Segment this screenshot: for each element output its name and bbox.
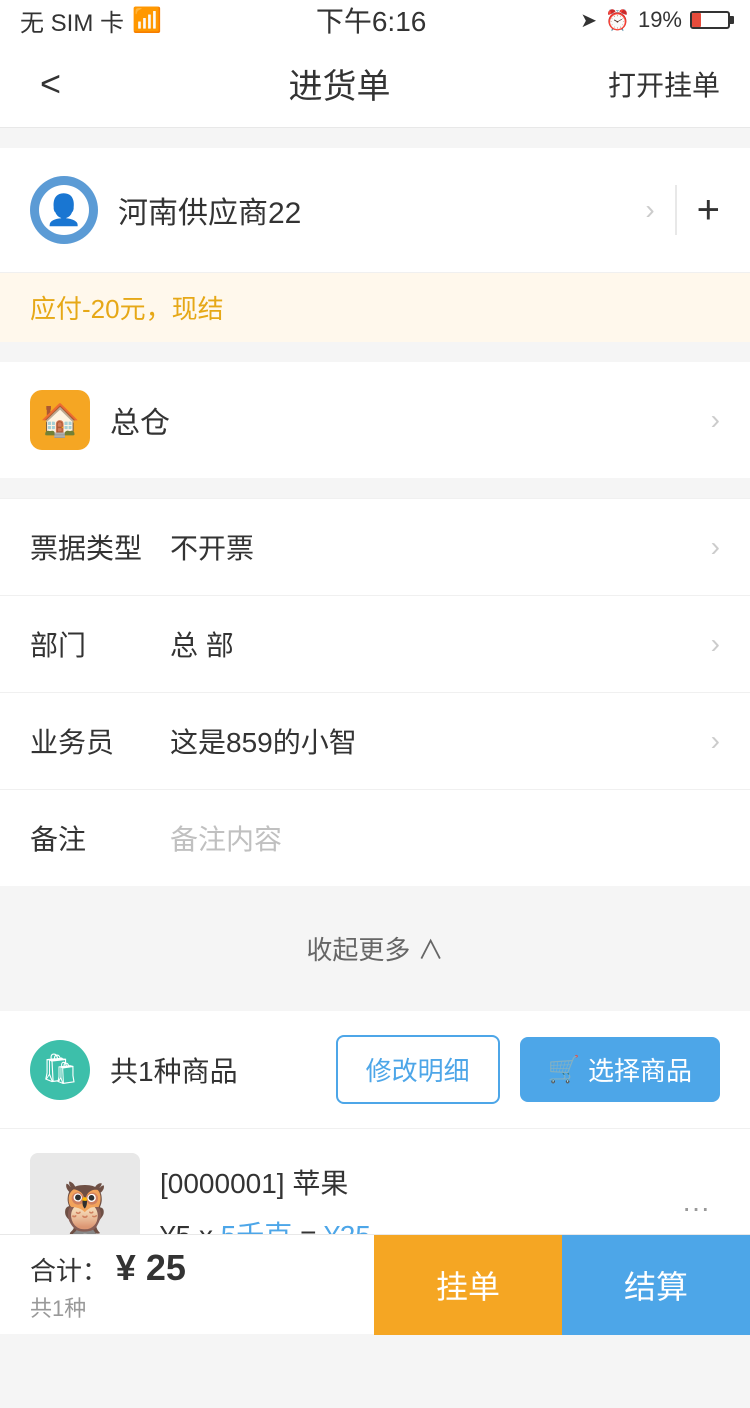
edit-detail-button[interactable]: 修改明细	[336, 1035, 500, 1104]
invoice-type-row[interactable]: 票据类型 不开票 ›	[0, 498, 750, 595]
notice-text: 应付-20元，现结	[30, 294, 224, 324]
total-label: 合计：	[30, 1256, 108, 1286]
department-value: 总 部	[170, 624, 711, 664]
chevron-right-icon: ›	[711, 628, 720, 660]
status-left: 无 SIM 卡 📶	[20, 3, 162, 38]
chevron-right-icon: ›	[711, 531, 720, 563]
battery-label: 19%	[638, 7, 682, 33]
home-icon: 🏠	[40, 401, 80, 439]
supplier-avatar: 👤	[30, 176, 98, 244]
invoice-label: 票据类型	[30, 527, 150, 567]
wifi-icon: 📶	[132, 6, 162, 35]
products-icon: 🛍	[30, 1040, 90, 1100]
salesperson-row[interactable]: 业务员 这是859的小智 ›	[0, 692, 750, 789]
department-row[interactable]: 部门 总 部 ›	[0, 595, 750, 692]
divider	[675, 185, 677, 235]
supplier-name: 河南供应商22	[118, 188, 645, 232]
add-supplier-icon[interactable]: +	[697, 188, 720, 233]
back-button[interactable]: <	[30, 53, 71, 115]
supplier-section: 👤 河南供应商22 › + 应付-20元，现结	[0, 148, 750, 342]
select-product-button[interactable]: 🛒 选择商品	[520, 1037, 720, 1102]
nav-bar: < 进货单 打开挂单	[0, 40, 750, 128]
bottom-bar: 合计： ¥ 25 共1种 挂单 结算	[0, 1234, 750, 1334]
add-product-icon: 🛒	[548, 1054, 580, 1085]
status-bar: 无 SIM 卡 📶 下午6:16 ➤ ⏰ 19%	[0, 0, 750, 40]
warehouse-section: 🏠 总仓 ›	[0, 362, 750, 478]
open-pending-button[interactable]: 打开挂单	[608, 64, 720, 104]
chevron-right-icon: ›	[711, 725, 720, 757]
supplier-row[interactable]: 👤 河南供应商22 › +	[0, 148, 750, 273]
chevron-right-icon: ›	[711, 404, 720, 436]
remarks-row[interactable]: 备注 备注内容	[0, 789, 750, 886]
location-icon: ➤	[580, 8, 597, 33]
page-title: 进货单	[289, 59, 391, 108]
status-right: ➤ ⏰ 19%	[580, 7, 730, 33]
alarm-icon: ⏰	[605, 8, 630, 33]
battery-indicator	[690, 11, 730, 29]
chevron-right-icon: ›	[645, 194, 654, 226]
total-section: 合计： ¥ 25 共1种	[0, 1247, 374, 1323]
suspend-button[interactable]: 挂单	[374, 1235, 562, 1335]
department-label: 部门	[30, 624, 150, 664]
person-icon: 👤	[45, 193, 82, 228]
carrier-label: 无 SIM 卡	[20, 3, 124, 38]
form-section: 票据类型 不开票 › 部门 总 部 › 业务员 这是859的小智 › 备注 备注…	[0, 498, 750, 886]
salesperson-label: 业务员	[30, 721, 150, 761]
invoice-value: 不开票	[170, 527, 711, 567]
products-header: 🛍 共1种商品 修改明细 🛒 选择商品	[0, 1011, 750, 1129]
products-count: 共1种商品	[110, 1050, 316, 1090]
warehouse-name: 总仓	[110, 398, 711, 442]
salesperson-value: 这是859的小智	[170, 721, 711, 761]
cart-icon: 🛍	[41, 1052, 79, 1087]
warehouse-icon: 🏠	[30, 390, 90, 450]
product-name: [0000001] 苹果	[160, 1162, 672, 1202]
collapse-button[interactable]: 收起更多 ∧	[0, 906, 750, 991]
notice-bar: 应付-20元，现结	[0, 273, 750, 342]
remarks-input[interactable]: 备注内容	[170, 818, 720, 858]
time-label: 下午6:16	[316, 0, 427, 40]
warehouse-row[interactable]: 🏠 总仓 ›	[0, 362, 750, 478]
checkout-button[interactable]: 结算	[562, 1235, 750, 1335]
total-count: 共1种	[30, 1291, 344, 1323]
total-amount: ¥ 25	[116, 1247, 186, 1288]
owl-icon: 🦉	[54, 1179, 116, 1238]
product-more-button[interactable]: ···	[672, 1182, 720, 1234]
remarks-label: 备注	[30, 818, 150, 858]
